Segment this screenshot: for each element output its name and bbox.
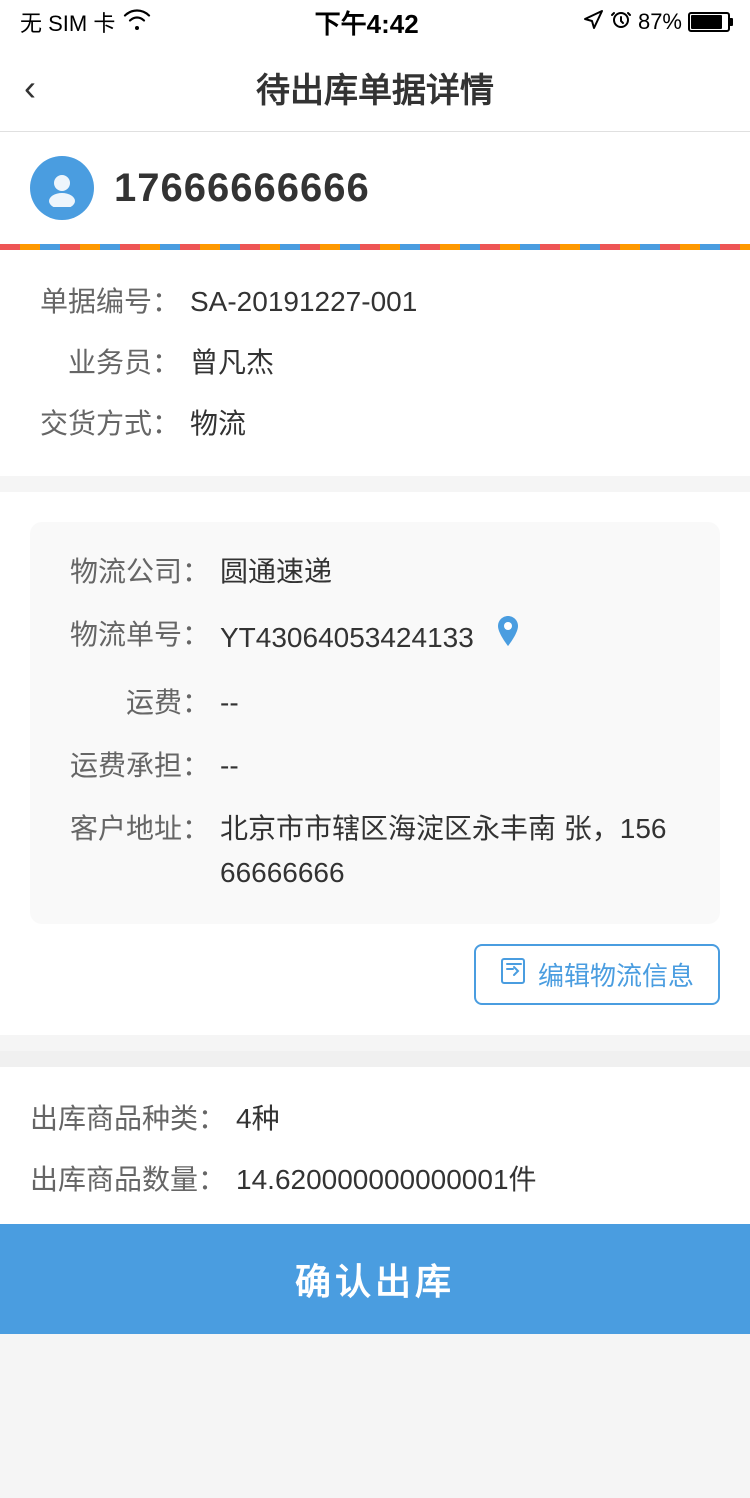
edit-btn-row: 编辑物流信息 (30, 944, 720, 1015)
tracking-label: 物流单号： (60, 613, 220, 658)
page-title: 待出库单据详情 (256, 63, 494, 112)
order-number-row: 单据编号： SA-20191227-001 (30, 280, 720, 325)
company-value: 圆通速递 (220, 550, 690, 595)
tracking-number: YT43064053424133 (220, 616, 474, 661)
company-row: 物流公司： 圆通速递 (60, 550, 690, 595)
freight-bearer-value: -- (220, 744, 690, 789)
status-time: 下午4:42 (315, 4, 419, 41)
gps-icon (582, 8, 604, 36)
logistics-section: 物流公司： 圆通速递 物流单号： YT43064053424133 运费： --… (0, 492, 750, 1035)
basic-info-section: 单据编号： SA-20191227-001 业务员： 曾凡杰 交货方式： 物流 (0, 250, 750, 476)
back-button[interactable]: ‹ (24, 67, 36, 109)
nav-bar: ‹ 待出库单据详情 (0, 44, 750, 132)
goods-quantity-row: 出库商品数量： 14.620000000000001件 (30, 1158, 720, 1203)
delivery-method-value: 物流 (190, 402, 720, 447)
goods-types-label: 出库商品种类： (30, 1097, 236, 1142)
edit-logistics-button[interactable]: 编辑物流信息 (474, 944, 720, 1005)
goods-quantity-value: 14.620000000000001件 (236, 1158, 720, 1203)
address-value: 北京市市辖区海淀区永丰南 张，156 66666666 (220, 807, 690, 897)
order-number-value: SA-20191227-001 (190, 280, 720, 325)
sales-person-value: 曾凡杰 (190, 341, 720, 386)
tracking-value: YT43064053424133 (220, 613, 690, 663)
freight-bearer-row: 运费承担： -- (60, 744, 690, 789)
freight-bearer-label: 运费承担： (60, 744, 220, 789)
freight-label: 运费： (60, 681, 220, 726)
goods-types-value: 4种 (236, 1097, 720, 1142)
tracking-row: 物流单号： YT43064053424133 (60, 613, 690, 663)
delivery-method-row: 交货方式： 物流 (30, 402, 720, 447)
alarm-icon (610, 8, 632, 36)
content-spacer (0, 1318, 750, 1498)
user-header: 17666666666 (0, 132, 750, 244)
address-label: 客户地址： (60, 807, 220, 852)
edit-logistics-label: 编辑物流信息 (538, 956, 694, 993)
address-row: 客户地址： 北京市市辖区海淀区永丰南 张，156 66666666 (60, 807, 690, 897)
company-label: 物流公司： (60, 550, 220, 595)
wifi-icon (123, 8, 151, 36)
avatar (30, 156, 94, 220)
status-bar: 无 SIM 卡 下午4:42 87% (0, 0, 750, 44)
order-number-label: 单据编号： (30, 280, 190, 325)
status-right: 87% (582, 8, 730, 36)
user-phone: 17666666666 (114, 166, 370, 211)
goods-types-row: 出库商品种类： 4种 (30, 1097, 720, 1142)
confirm-button-bar[interactable]: 确认出库 (0, 1224, 750, 1334)
delivery-method-label: 交货方式： (30, 402, 190, 447)
goods-quantity-label: 出库商品数量： (30, 1158, 236, 1203)
battery-percent: 87% (638, 9, 682, 35)
confirm-button-label: 确认出库 (295, 1253, 455, 1305)
edit-icon (500, 957, 528, 992)
freight-row: 运费： -- (60, 681, 690, 726)
logistics-card: 物流公司： 圆通速递 物流单号： YT43064053424133 运费： --… (30, 522, 720, 924)
section-divider (0, 1051, 750, 1067)
status-left: 无 SIM 卡 (20, 6, 151, 38)
sim-text: 无 SIM 卡 (20, 6, 115, 38)
sales-person-label: 业务员： (30, 341, 190, 386)
sales-person-row: 业务员： 曾凡杰 (30, 341, 720, 386)
location-icon[interactable] (490, 613, 526, 663)
battery-icon (688, 12, 730, 32)
freight-value: -- (220, 681, 690, 726)
